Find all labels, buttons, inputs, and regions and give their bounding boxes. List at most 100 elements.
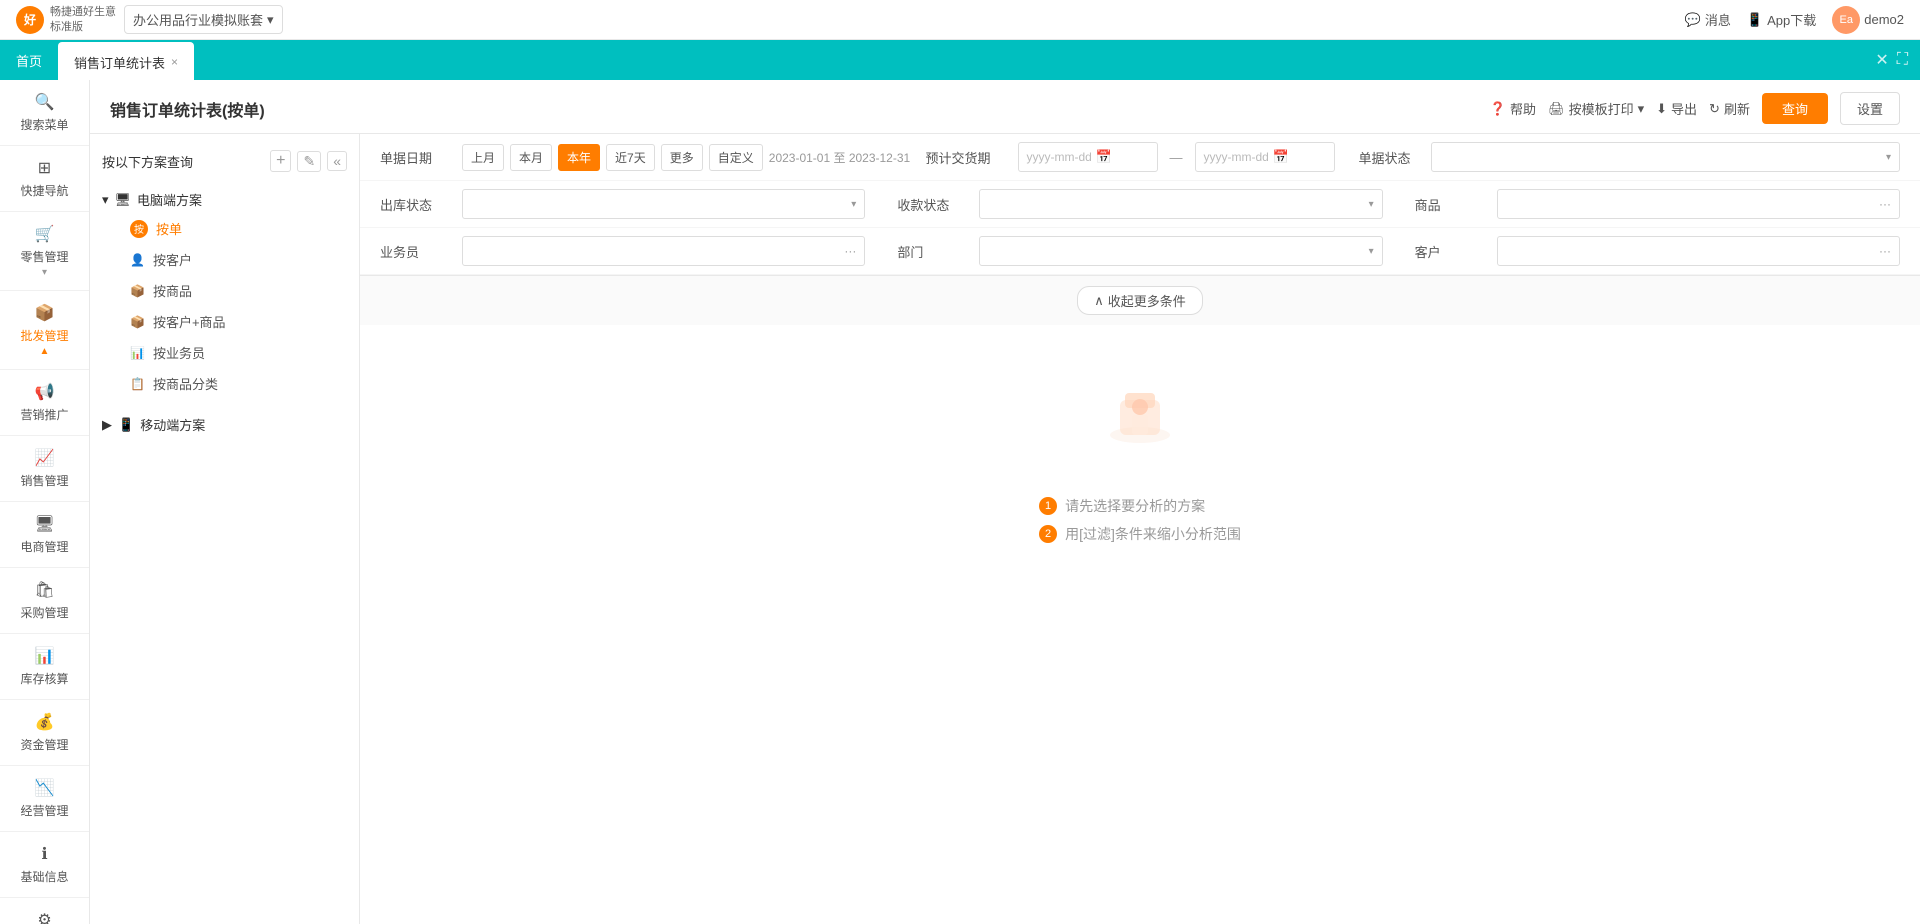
retail-icon: 🛒 [35,224,55,244]
date-input-start[interactable]: yyyy-mm-dd 📅 [1018,142,1158,172]
mobile-arrow-icon: ▶ [102,417,112,433]
app-selector[interactable]: 办公用品行业模拟账套 ▾ [124,5,283,34]
product-icon: 📦 [130,284,145,298]
scheme-collapse-icon[interactable]: « [327,151,347,171]
date-picker-end: yyyy-mm-dd 📅 [1195,142,1335,172]
settings-button[interactable]: 设置 [1840,92,1900,125]
window-close-icon[interactable]: ✕ [1875,50,1888,70]
sidebar-item-finance[interactable]: 💰 资金管理 [0,700,89,766]
date-btn-this-month[interactable]: 本月 [510,144,552,171]
scheme-category-mobile: ▶ 📱 移动端方案 [90,405,359,444]
top-bar: 好 畅捷通好生意 标准版 办公用品行业模拟账套 ▾ 💬 消息 📱 App下载 E… [0,0,1920,40]
message-button[interactable]: 💬 消息 [1685,10,1731,29]
user-menu[interactable]: Ea demo2 [1832,6,1904,34]
scheme-item-by-category[interactable]: 📋 按商品分类 [102,368,347,399]
export-icon: ⬇ [1656,101,1667,117]
sidebar-item-sales[interactable]: 📈 销售管理 [0,436,89,502]
delivery-status-select[interactable]: ▾ [462,189,865,219]
product-input[interactable]: ··· [1497,189,1900,219]
window-expand-icon[interactable]: ⛶ [1897,51,1908,69]
template-print-button[interactable]: 🖨 按模板打印 ▾ [1548,99,1644,118]
category-folder-icon: 🖥 [115,192,132,208]
tab-sales-order[interactable]: 销售订单统计表 × [58,42,194,82]
customer-product-icon: 📦 [130,315,145,329]
customer-input[interactable]: ··· [1497,236,1900,266]
tip-num-2: 2 [1039,525,1057,543]
scheme-item-by-salesperson[interactable]: 📊 按业务员 [102,337,347,368]
bill-status-select[interactable]: ▾ [1431,142,1901,172]
tab-home[interactable]: 首页 [0,40,58,80]
export-button[interactable]: ⬇ 导出 [1656,99,1697,118]
sidebar-item-purchase[interactable]: 🛍 采购管理 [0,568,89,634]
date-btn-more[interactable]: 更多 [661,144,703,171]
scheme-category-pc-header[interactable]: ▾ 🖥 电脑端方案 [102,186,347,213]
scheme-item-by-customer-product[interactable]: 📦 按客户+商品 [102,306,347,337]
scheme-header-actions: + ✎ « [270,150,347,172]
tab-close-icon[interactable]: × [171,55,178,69]
shortcut-icon: ⊞ [38,158,51,178]
scheme-panel: 按以下方案查询 + ✎ « ▾ 🖥 电脑端方案 按 按单 [90,134,360,924]
page-actions: ❓ 帮助 🖨 按模板打印 ▾ ⬇ 导出 ↻ 刷新 查询 设置 [1490,92,1900,125]
app-download-button[interactable]: 📱 App下载 [1747,10,1816,29]
sidebar-item-basic[interactable]: ℹ 基础信息 [0,832,89,898]
scheme-item-badge: 按 [130,220,148,238]
selector-arrow-icon: ▾ [267,12,274,28]
collapse-button[interactable]: ∧ 收起更多条件 [1077,286,1203,315]
logo-area: 好 畅捷通好生意 标准版 [16,5,116,34]
logo-icon: 好 [16,6,44,34]
bill-status-label: 单据状态 [1359,148,1419,167]
empty-tip-1: 1 请先选择要分析的方案 [1039,496,1241,516]
date-btn-7days[interactable]: 近7天 [606,144,655,171]
empty-state: 1 请先选择要分析的方案 2 用[过滤]条件来缩小分析范围 [360,325,1920,584]
date-btn-custom[interactable]: 自定义 [709,144,763,171]
sidebar-item-wholesale[interactable]: 📦 批发管理 ▲ [0,291,89,370]
date-separator: — [1170,150,1183,165]
inventory-icon: 📊 [35,646,55,666]
scheme-item-by-product[interactable]: 📦 按商品 [102,275,347,306]
avatar: Ea [1832,6,1860,34]
sidebar-item-ecommerce[interactable]: 🖥 电商管理 [0,502,89,568]
category-icon: 📋 [130,377,145,391]
date-btn-last-month[interactable]: 上月 [462,144,504,171]
tab-bar: 首页 销售订单统计表 × ✕ ⛶ [0,40,1920,80]
scheme-header: 按以下方案查询 + ✎ « [90,146,359,180]
query-button[interactable]: 查询 [1762,93,1828,124]
date-btn-this-year[interactable]: 本年 [558,144,600,171]
scheme-item-by-customer[interactable]: 👤 按客户 [102,244,347,275]
scheme-add-icon[interactable]: + [270,150,291,172]
scheme-category-pc: ▾ 🖥 电脑端方案 按 按单 👤 按客户 📦 按商品 [90,180,359,405]
sidebar-item-operation[interactable]: 📉 经营管理 [0,766,89,832]
sidebar-item-search[interactable]: 🔍 搜索菜单 [0,80,89,146]
salesperson-input[interactable]: ··· [462,236,865,266]
download-icon: 📱 [1747,12,1763,28]
payment-status-select[interactable]: ▾ [979,189,1382,219]
wholesale-arrow-icon: ▲ [40,346,50,357]
salesperson-more-icon[interactable]: ··· [844,244,856,258]
scheme-item-by-order[interactable]: 按 按单 [102,213,347,244]
customer-more-icon[interactable]: ··· [1879,244,1891,258]
refresh-button[interactable]: ↻ 刷新 [1709,99,1750,118]
scheme-category-mobile-header[interactable]: ▶ 📱 移动端方案 [102,411,347,438]
calendar-end-icon: 📅 [1273,149,1289,165]
salesperson-icon: 📊 [130,346,145,360]
purchase-icon: 🛍 [34,580,54,600]
date-range-text: 2023-01-01 至 2023-12-31 [769,149,910,166]
product-filter-label: 商品 [1415,195,1485,214]
bill-status-arrow-icon: ▾ [1886,152,1891,163]
help-button[interactable]: ❓ 帮助 [1490,99,1536,118]
department-select[interactable]: ▾ [979,236,1382,266]
sidebar-item-system[interactable]: ⚙ 系统管理 [0,898,89,924]
empty-illustration [1090,365,1190,484]
main-layout: 🔍 搜索菜单 ⊞ 快捷导航 🛒 零售管理 ▾ 📦 批发管理 ▲ 📢 营销推广 📈… [0,80,1920,924]
date-input-end[interactable]: yyyy-mm-dd 📅 [1195,142,1335,172]
scheme-edit-icon[interactable]: ✎ [297,151,321,172]
collapse-bar: ∧ 收起更多条件 [360,275,1920,325]
sidebar-item-inventory[interactable]: 📊 库存核算 [0,634,89,700]
product-more-icon[interactable]: ··· [1879,197,1891,211]
sidebar-item-marketing[interactable]: 📢 营销推广 [0,370,89,436]
sidebar-item-retail[interactable]: 🛒 零售管理 ▾ [0,212,89,291]
sidebar-item-shortcut[interactable]: ⊞ 快捷导航 [0,146,89,212]
filter-panel: 单据日期 上月 本月 本年 近7天 更多 自定义 2023-01-01 至 20… [360,134,1920,924]
payment-status-label: 收款状态 [897,195,967,214]
page-header: 销售订单统计表(按单) ❓ 帮助 🖨 按模板打印 ▾ ⬇ 导出 ↻ 刷新 [90,80,1920,134]
